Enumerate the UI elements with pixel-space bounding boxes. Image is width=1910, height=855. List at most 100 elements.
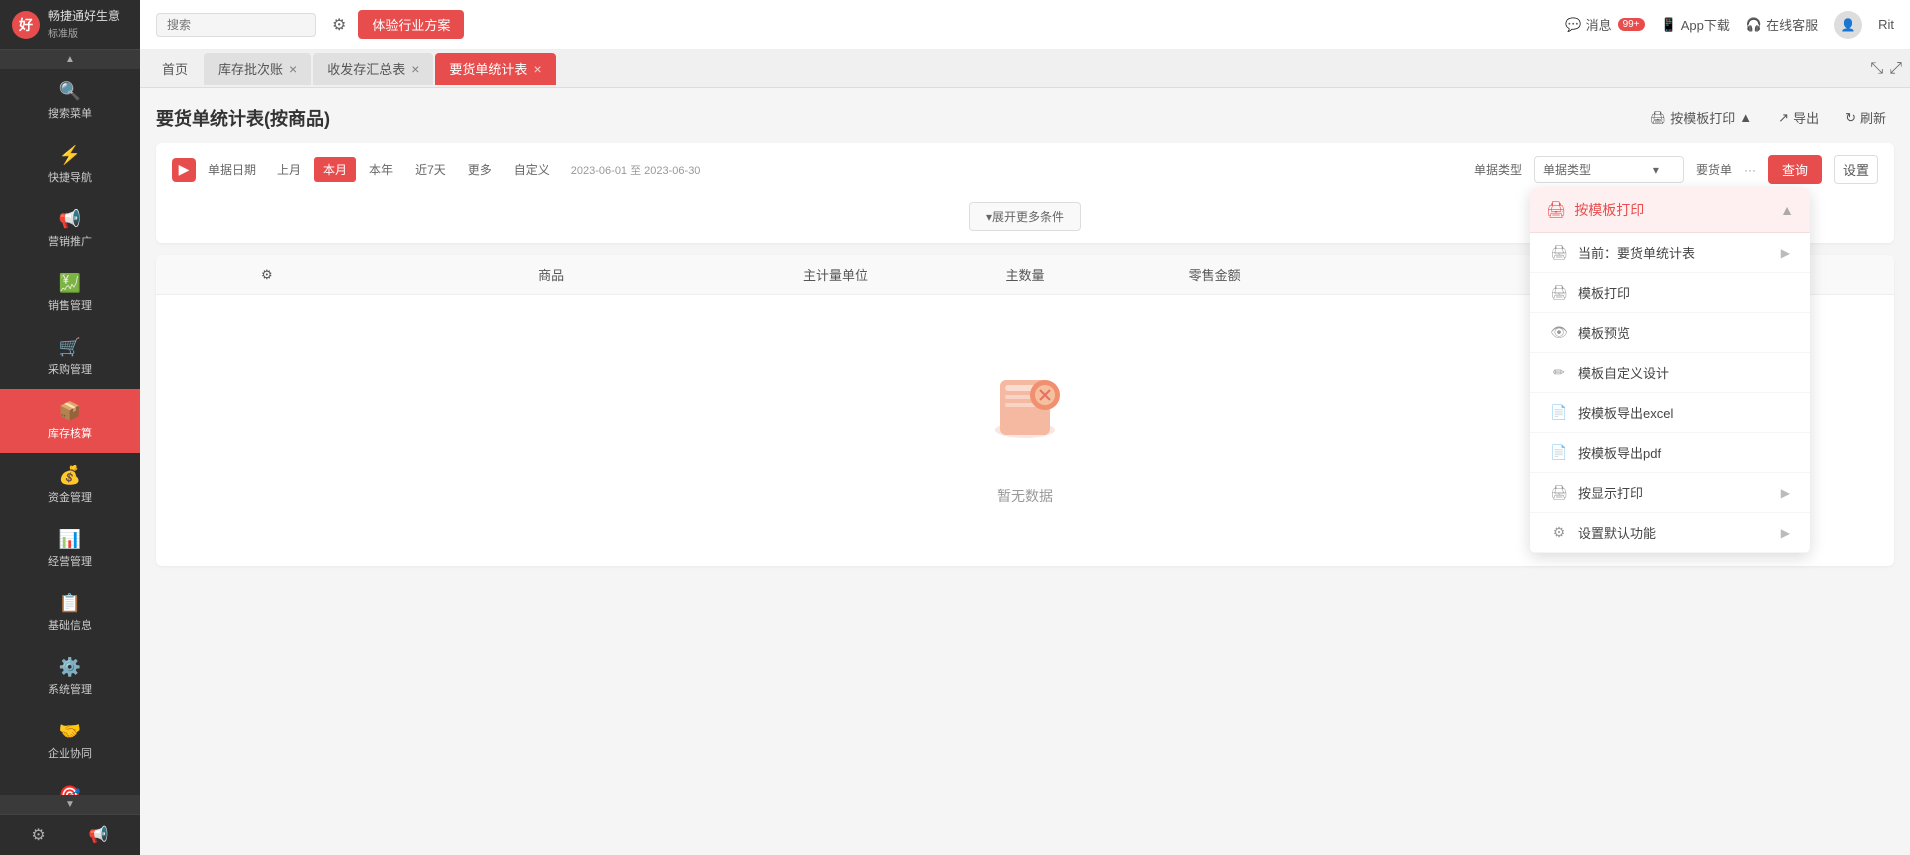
nav-icon-9: ⚙️ xyxy=(59,657,81,678)
date-curr-month[interactable]: 本月 xyxy=(314,157,356,182)
speaker-bottom-icon[interactable]: 📢 xyxy=(89,825,109,845)
sidebar-item-0[interactable]: 🔍搜索菜单 xyxy=(0,69,140,133)
avatar[interactable]: 👤 xyxy=(1834,11,1862,39)
page-title: 要货单统计表(按商品) xyxy=(156,105,330,131)
print-template-btn[interactable]: 🖨 按模板打印 ▲ xyxy=(1642,104,1760,131)
nav-icon-5: 📦 xyxy=(59,401,81,422)
template-print-icon: 🖨 xyxy=(1550,284,1568,301)
export-icon: ↗ xyxy=(1778,110,1789,126)
expand-more-btn[interactable]: ▾ 展开更多条件 xyxy=(969,202,1081,231)
set-default-icon: ⚙ xyxy=(1550,524,1568,541)
sidebar-scroll-down[interactable]: ▼ xyxy=(0,795,140,814)
dropdown-template-print[interactable]: 🖨 模板打印 xyxy=(1530,273,1810,313)
dropdown-display-print[interactable]: 🖨 按显示打印 ▶ xyxy=(1530,473,1810,513)
trial-button[interactable]: 体验行业方案 xyxy=(358,10,464,39)
topbar-settings-icon[interactable]: ⚙ xyxy=(332,15,346,35)
sidebar-item-3[interactable]: 💹销售管理 xyxy=(0,261,140,325)
date-prev-month[interactable]: 上月 xyxy=(268,157,310,182)
app-download-btn[interactable]: 📱 App下载 xyxy=(1661,15,1730,34)
logo-icon: 好 xyxy=(12,11,40,39)
sidebar-item-8[interactable]: 📋基础信息 xyxy=(0,581,140,645)
sidebar-item-11[interactable]: 🎯新手引导 xyxy=(0,773,140,795)
template-preview-icon: 👁 xyxy=(1550,324,1568,341)
tab-stock-summary[interactable]: 收发存汇总表 × xyxy=(313,53,433,85)
nav-icon-6: 💰 xyxy=(59,465,81,486)
query-btn[interactable]: 查询 xyxy=(1768,155,1822,184)
empty-illustration xyxy=(975,355,1075,474)
print-icon: 🖨 xyxy=(1650,110,1667,126)
page-actions: 🖨 按模板打印 ▲ ↗ 导出 ↻ 刷新 xyxy=(1642,104,1894,131)
th-settings[interactable]: ⚙ xyxy=(172,267,362,283)
tab-expand-btn[interactable]: ⤢ xyxy=(1889,60,1902,78)
export-btn[interactable]: ↗ 导出 xyxy=(1770,104,1827,131)
dropdown-close-btn[interactable]: ▲ xyxy=(1780,202,1794,218)
content-area: 要货单统计表(按商品) 🖨 按模板打印 ▲ ↗ 导出 ↻ 刷新 xyxy=(140,88,1910,855)
dropdown-set-default[interactable]: ⚙ 设置默认功能 ▶ xyxy=(1530,513,1810,553)
date-range: 2023-06-01 至 2023-06-30 xyxy=(571,162,701,178)
th-product: 商品 xyxy=(362,265,741,284)
sidebar: 好 畅捷通好生意 标准版 ▲ 🔍搜索菜单⚡快捷导航📢营销推广💹销售管理🛒采购管理… xyxy=(0,0,140,855)
order-type-select[interactable]: 单据类型 ▾ xyxy=(1534,156,1684,183)
sidebar-item-7[interactable]: 📊经营管理 xyxy=(0,517,140,581)
date-label: 单据日期 xyxy=(208,161,256,178)
message-btn[interactable]: 💬 消息 99+ xyxy=(1565,15,1644,34)
tab-home[interactable]: 首页 xyxy=(148,53,202,85)
filter-row-1: ▶ 单据日期 上月 本月 本年 近7天 更多 自定义 2023-06-01 至 … xyxy=(172,155,1878,184)
date-curr-year[interactable]: 本年 xyxy=(360,157,402,182)
select-chevron-icon: ▾ xyxy=(1653,163,1659,177)
nav-icon-3: 💹 xyxy=(59,273,81,294)
th-quantity: 主数量 xyxy=(930,265,1120,284)
tab-inventory-batch[interactable]: 库存批次账 × xyxy=(204,53,311,85)
message-icon: 💬 xyxy=(1565,17,1581,33)
settings-bottom-icon[interactable]: ⚙ xyxy=(31,825,45,845)
print-chevron-icon: ▲ xyxy=(1739,110,1752,125)
dropdown-export-pdf[interactable]: 📄 按模板导出pdf xyxy=(1530,433,1810,473)
th-unit: 主计量单位 xyxy=(741,265,931,284)
date-more[interactable]: 更多 xyxy=(459,157,501,182)
current-icon: 🖨 xyxy=(1550,244,1568,261)
tab-expand-area: ⤡ ⤢ xyxy=(1870,60,1902,78)
settings-btn[interactable]: 设置 xyxy=(1834,155,1878,184)
tab-close-stock-summary[interactable]: × xyxy=(411,61,419,77)
sidebar-item-4[interactable]: 🛒采购管理 xyxy=(0,325,140,389)
page-header: 要货单统计表(按商品) 🖨 按模板打印 ▲ ↗ 导出 ↻ 刷新 xyxy=(156,104,1894,131)
nav-icon-7: 📊 xyxy=(59,529,81,550)
sidebar-item-10[interactable]: 🤝企业协同 xyxy=(0,709,140,773)
tab-order-stats[interactable]: 要货单统计表 × xyxy=(435,53,555,85)
nav-icon-2: 📢 xyxy=(59,209,81,230)
sidebar-item-2[interactable]: 📢营销推广 xyxy=(0,197,140,261)
nav-icon-10: 🤝 xyxy=(59,721,81,742)
nav-icon-1: ⚡ xyxy=(59,145,81,166)
dropdown-current-item[interactable]: 🖨 当前：要货单统计表 ▶ xyxy=(1530,233,1810,273)
dropdown-popup: 🖨 按模板打印 ▲ 🖨 当前：要货单统计表 ▶ 🖨 模板打印 👁 模板预览 xyxy=(1530,188,1810,553)
sidebar-scroll-up[interactable]: ▲ xyxy=(0,50,140,69)
more-dots[interactable]: ··· xyxy=(1744,163,1756,177)
sidebar-item-5[interactable]: 📦库存核算 xyxy=(0,389,140,453)
tab-close-order-stats[interactable]: × xyxy=(533,61,541,77)
th-amount: 零售金额 xyxy=(1120,265,1310,284)
dropdown-template-preview[interactable]: 👁 模板预览 xyxy=(1530,313,1810,353)
date-custom[interactable]: 自定义 xyxy=(505,157,559,182)
sidebar-item-1[interactable]: ⚡快捷导航 xyxy=(0,133,140,197)
nav-icon-8: 📋 xyxy=(59,593,81,614)
dropdown-template-design[interactable]: ✏ 模板自定义设计 xyxy=(1530,353,1810,393)
excel-icon: 📄 xyxy=(1550,404,1568,421)
tab-collapse-btn[interactable]: ⤡ xyxy=(1870,60,1883,78)
date-7days[interactable]: 近7天 xyxy=(406,157,455,182)
sidebar-bottom: ⚙ 📢 xyxy=(0,814,140,855)
sidebar-logo: 好 畅捷通好生意 标准版 xyxy=(0,0,140,50)
sidebar-item-9[interactable]: ⚙️系统管理 xyxy=(0,645,140,709)
display-print-chevron-icon: ▶ xyxy=(1781,486,1790,500)
display-print-icon: 🖨 xyxy=(1550,484,1568,501)
tab-close-inventory-batch[interactable]: × xyxy=(289,61,297,77)
set-default-chevron-icon: ▶ xyxy=(1781,526,1790,540)
dropdown-export-excel[interactable]: 📄 按模板导出excel xyxy=(1530,393,1810,433)
refresh-btn[interactable]: ↻ 刷新 xyxy=(1837,104,1894,131)
dropdown-print-icon: 🖨 xyxy=(1546,200,1566,220)
sidebar-item-6[interactable]: 💰资金管理 xyxy=(0,453,140,517)
sidebar-nav: 🔍搜索菜单⚡快捷导航📢营销推广💹销售管理🛒采购管理📦库存核算💰资金管理📊经营管理… xyxy=(0,69,140,795)
online-service-btn[interactable]: 🎧 在线客服 xyxy=(1746,15,1818,34)
topbar-search-input[interactable] xyxy=(156,13,316,37)
filter-expand-icon[interactable]: ▶ xyxy=(172,158,196,182)
pdf-icon: 📄 xyxy=(1550,444,1568,461)
